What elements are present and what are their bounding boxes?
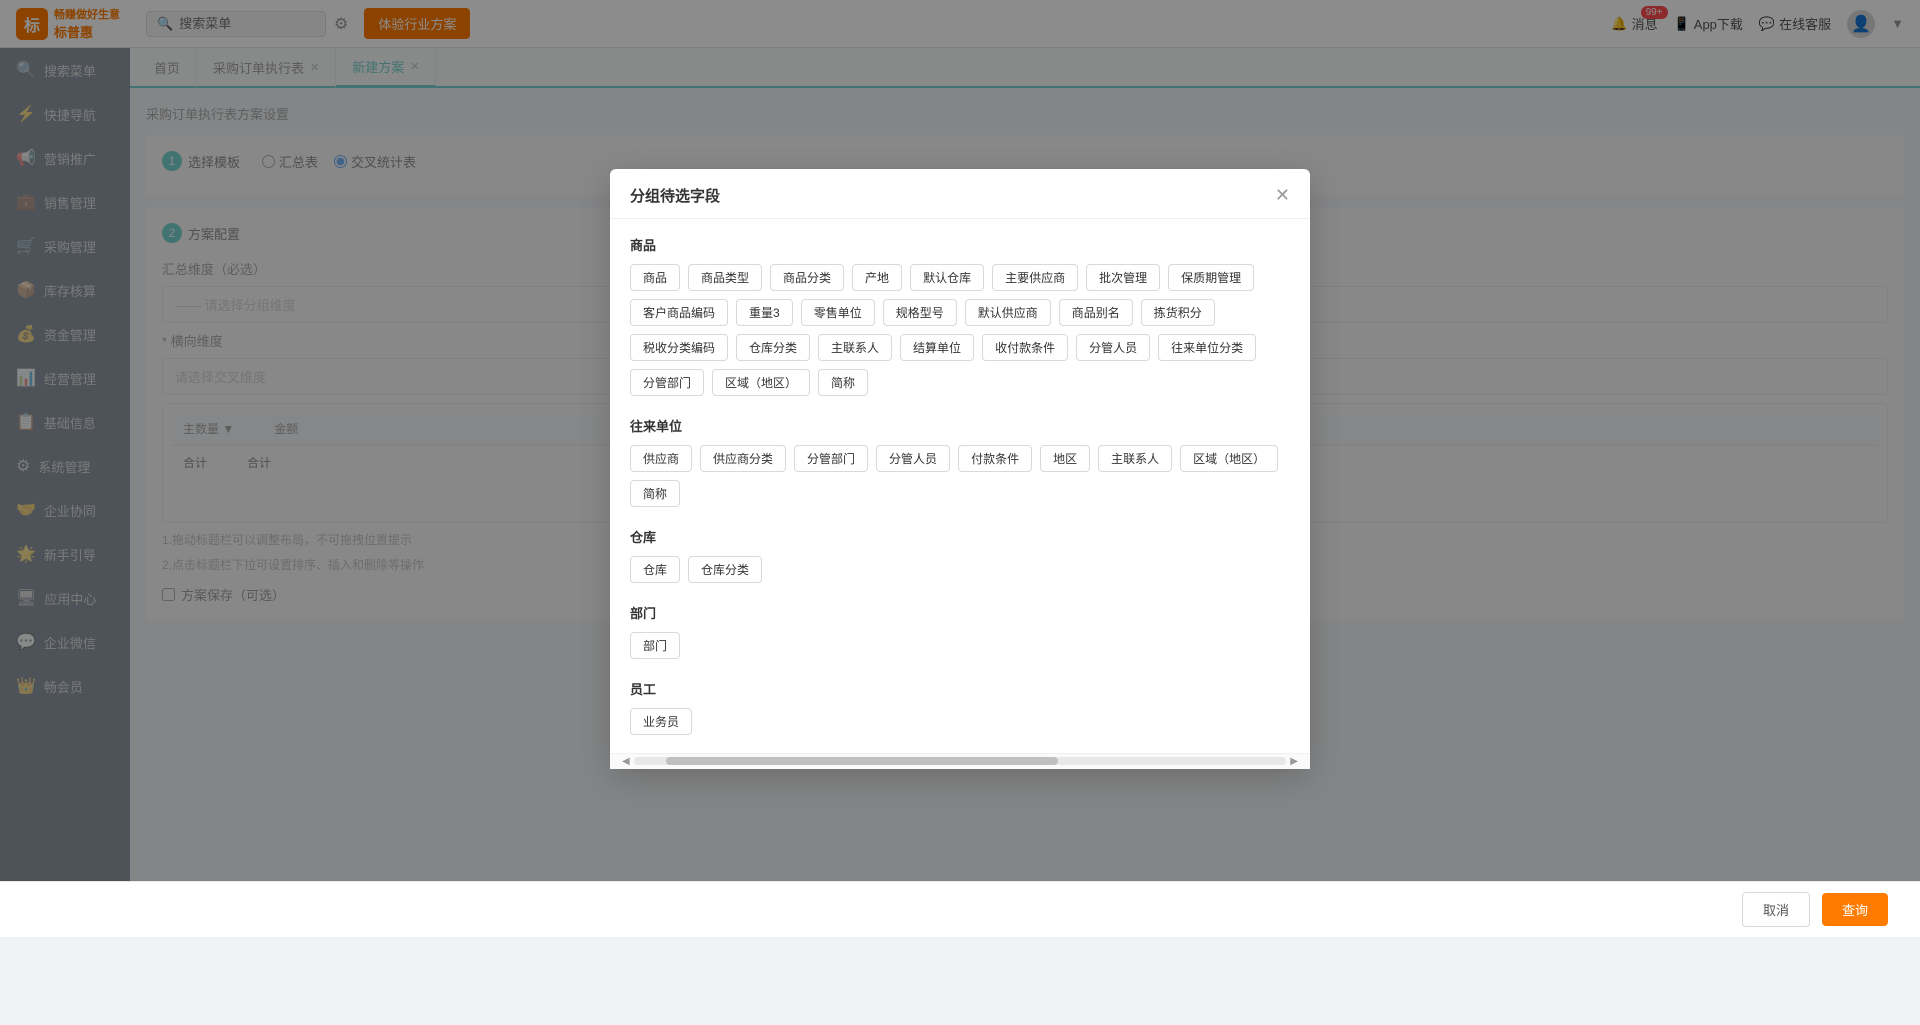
scroll-track — [634, 757, 1287, 765]
modal-body: 商品商品商品类型商品分类产地默认仓库主要供应商批次管理保质期管理客户商品编码重量… — [610, 219, 1310, 753]
field-tag-0-14[interactable]: 拣货积分 — [1141, 299, 1215, 326]
field-tag-2-1[interactable]: 仓库分类 — [688, 556, 762, 583]
modal-header: 分组待选字段 ✕ — [610, 169, 1310, 219]
field-tag-0-0[interactable]: 商品 — [630, 264, 680, 291]
field-tag-0-20[interactable]: 分管人员 — [1076, 334, 1150, 361]
field-tag-1-2[interactable]: 分管部门 — [794, 445, 868, 472]
field-tag-1-0[interactable]: 供应商 — [630, 445, 692, 472]
field-tag-1-4[interactable]: 付款条件 — [958, 445, 1032, 472]
field-tag-1-7[interactable]: 区域（地区） — [1180, 445, 1278, 472]
modal-scroll-bar: ◀ ▶ — [610, 753, 1310, 769]
field-tag-1-3[interactable]: 分管人员 — [876, 445, 950, 472]
field-tag-3-0[interactable]: 部门 — [630, 632, 680, 659]
section-tags-1: 供应商供应商分类分管部门分管人员付款条件地区主联系人区域（地区） 简称 — [630, 445, 1290, 507]
cancel-button[interactable]: 取消 — [1742, 892, 1810, 927]
field-section-2: 仓库仓库仓库分类 — [630, 527, 1290, 583]
section-tags-0: 商品商品类型商品分类产地默认仓库主要供应商批次管理保质期管理客户商品编码重量3 零… — [630, 264, 1290, 396]
field-tag-0-12[interactable]: 默认供应商 — [965, 299, 1051, 326]
section-title-1: 往来单位 — [630, 416, 1290, 435]
confirm-button[interactable]: 查询 — [1822, 893, 1888, 926]
scroll-left-arrow[interactable]: ◀ — [618, 756, 634, 767]
field-tag-4-0[interactable]: 业务员 — [630, 708, 692, 735]
field-tag-0-11[interactable]: 规格型号 — [883, 299, 957, 326]
field-tag-0-16[interactable]: 仓库分类 — [736, 334, 810, 361]
section-tags-2: 仓库仓库分类 — [630, 556, 1290, 583]
field-tag-2-0[interactable]: 仓库 — [630, 556, 680, 583]
scroll-right-arrow[interactable]: ▶ — [1286, 756, 1302, 767]
bottom-action-bar: 取消 查询 — [0, 881, 1920, 937]
section-title-4: 员工 — [630, 679, 1290, 698]
field-tag-0-17[interactable]: 主联系人 — [818, 334, 892, 361]
field-tag-0-23[interactable]: 区域（地区） — [712, 369, 810, 396]
section-title-3: 部门 — [630, 603, 1290, 622]
field-tag-0-5[interactable]: 主要供应商 — [992, 264, 1078, 291]
field-tag-0-21[interactable]: 往来单位分类 — [1158, 334, 1256, 361]
field-select-modal: 分组待选字段 ✕ 商品商品商品类型商品分类产地默认仓库主要供应商批次管理保质期管… — [610, 169, 1310, 769]
section-title-2: 仓库 — [630, 527, 1290, 546]
section-title-0: 商品 — [630, 235, 1290, 254]
field-section-0: 商品商品商品类型商品分类产地默认仓库主要供应商批次管理保质期管理客户商品编码重量… — [630, 235, 1290, 396]
modal-close-btn[interactable]: ✕ — [1275, 185, 1290, 206]
field-tag-0-6[interactable]: 批次管理 — [1086, 264, 1160, 291]
section-tags-3: 部门 — [630, 632, 1290, 659]
field-tag-1-8[interactable]: 简称 — [630, 480, 680, 507]
field-tag-0-2[interactable]: 商品分类 — [770, 264, 844, 291]
field-tag-0-22[interactable]: 分管部门 — [630, 369, 704, 396]
field-tag-0-3[interactable]: 产地 — [852, 264, 902, 291]
field-tag-0-4[interactable]: 默认仓库 — [910, 264, 984, 291]
field-tag-0-15[interactable]: 税收分类编码 — [630, 334, 728, 361]
field-tag-0-7[interactable]: 保质期管理 — [1168, 264, 1254, 291]
field-tag-1-6[interactable]: 主联系人 — [1098, 445, 1172, 472]
section-tags-4: 业务员 — [630, 708, 1290, 735]
field-tag-0-18[interactable]: 结算单位 — [900, 334, 974, 361]
field-section-1: 往来单位供应商供应商分类分管部门分管人员付款条件地区主联系人区域（地区） 简称 — [630, 416, 1290, 507]
modal-title: 分组待选字段 — [630, 185, 720, 206]
field-tag-0-13[interactable]: 商品别名 — [1059, 299, 1133, 326]
field-tag-1-5[interactable]: 地区 — [1040, 445, 1090, 472]
field-tag-0-19[interactable]: 收付款条件 — [982, 334, 1068, 361]
field-tag-0-24[interactable]: 简称 — [818, 369, 868, 396]
field-tag-0-9[interactable]: 重量3 — [736, 299, 793, 326]
field-tag-1-1[interactable]: 供应商分类 — [700, 445, 786, 472]
scroll-thumb[interactable] — [666, 757, 1058, 765]
field-section-3: 部门部门 — [630, 603, 1290, 659]
field-tag-0-1[interactable]: 商品类型 — [688, 264, 762, 291]
field-section-4: 员工业务员 — [630, 679, 1290, 735]
field-tag-0-10[interactable]: 零售单位 — [801, 299, 875, 326]
field-tag-0-8[interactable]: 客户商品编码 — [630, 299, 728, 326]
